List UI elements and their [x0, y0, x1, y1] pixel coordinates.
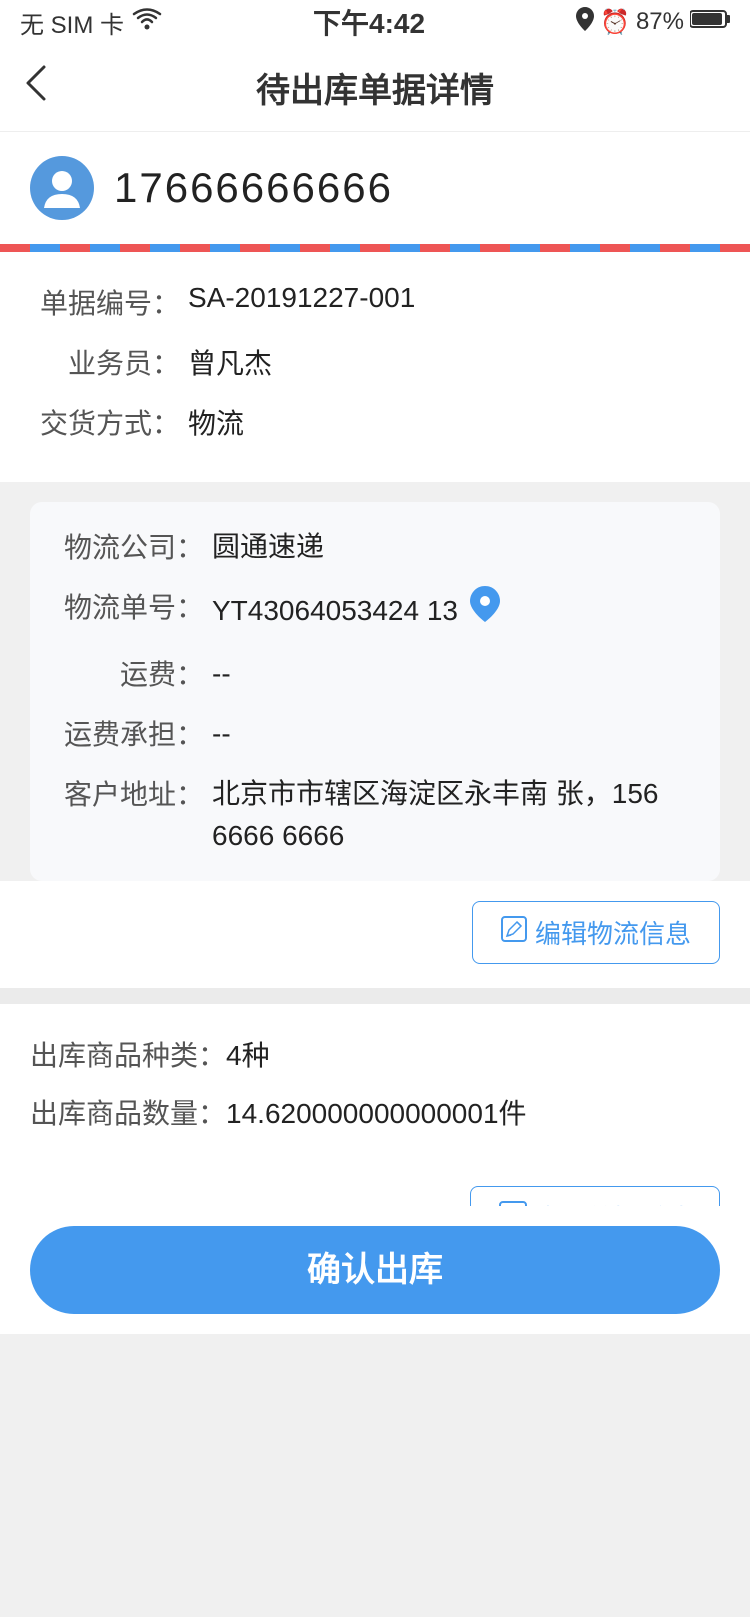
page-title: 待出库单据详情: [256, 63, 494, 112]
sales-person-value: 曾凡杰: [188, 342, 720, 382]
confirm-btn-wrap: 确认出库: [0, 1206, 750, 1334]
doc-no-label: 单据编号：: [30, 282, 180, 322]
logistics-card: 物流公司： 圆通速递 物流单号： YT43064053424 13 运费： --…: [30, 502, 720, 881]
delivery-method-value: 物流: [188, 402, 720, 442]
tracking-no-value: YT43064053424 13: [212, 586, 696, 635]
dashed-divider: [0, 244, 750, 252]
product-section: 出库商品种类： 4种 出库商品数量： 14.620000000000001件: [0, 1004, 750, 1170]
logistics-company-value: 圆通速递: [212, 526, 696, 568]
address-row: 客户地址： 北京市市辖区海淀区永丰南 张，156 6666 6666: [54, 773, 696, 857]
battery-text: 87%: [636, 8, 684, 36]
product-quantity-label: 出库商品数量：: [30, 1092, 226, 1132]
back-button[interactable]: [24, 63, 48, 112]
tracking-no-label: 物流单号：: [54, 586, 204, 626]
section-separator: [0, 988, 750, 1004]
freight-value: --: [212, 653, 696, 695]
edit-btn-row: 编辑物流信息: [0, 881, 750, 988]
edit-logistics-label: 编辑物流信息: [535, 914, 691, 951]
sales-person-row: 业务员： 曾凡杰: [30, 342, 720, 382]
alarm-icon: ⏰: [600, 8, 630, 37]
product-type-label: 出库商品种类：: [30, 1034, 226, 1074]
product-type-row: 出库商品种类： 4种: [30, 1034, 720, 1074]
status-bar: 无 SIM 卡 下午4:42 ⏰ 87%: [0, 0, 750, 44]
carrier-text: 无 SIM 卡: [20, 5, 124, 40]
freight-label: 运费：: [54, 653, 204, 693]
freight-bear-label: 运费承担：: [54, 713, 204, 753]
delivery-method-row: 交货方式： 物流: [30, 402, 720, 442]
wifi-icon: [132, 8, 162, 37]
location-status-icon: [576, 7, 594, 38]
confirm-button[interactable]: 确认出库: [30, 1226, 720, 1314]
product-quantity-row: 出库商品数量： 14.620000000000001件: [30, 1092, 720, 1132]
avatar: [30, 156, 94, 220]
address-value: 北京市市辖区海淀区永丰南 张，156 6666 6666: [212, 773, 696, 857]
product-quantity-value: 14.620000000000001件: [226, 1092, 720, 1132]
edit-logistics-button[interactable]: 编辑物流信息: [472, 901, 720, 964]
basic-info-section: 单据编号： SA-20191227-001 业务员： 曾凡杰 交货方式： 物流: [0, 252, 750, 482]
user-phone: 17666666666: [114, 164, 393, 212]
address-label: 客户地址：: [54, 773, 204, 813]
logistics-company-row: 物流公司： 圆通速递: [54, 526, 696, 568]
logistics-company-label: 物流公司：: [54, 526, 204, 566]
battery-icon: [690, 8, 730, 36]
doc-no-row: 单据编号： SA-20191227-001: [30, 282, 720, 322]
tracking-location-icon[interactable]: [470, 586, 500, 635]
product-type-value: 4种: [226, 1034, 720, 1074]
doc-no-value: SA-20191227-001: [188, 282, 720, 314]
edit-icon: [501, 916, 527, 949]
user-header: 17666666666: [0, 132, 750, 244]
status-time: 下午4:42: [313, 2, 425, 42]
status-left: 无 SIM 卡: [20, 5, 162, 40]
freight-bear-row: 运费承担： --: [54, 713, 696, 755]
freight-bear-value: --: [212, 713, 696, 755]
freight-row: 运费： --: [54, 653, 696, 695]
nav-bar: 待出库单据详情: [0, 44, 750, 132]
tracking-no-row: 物流单号： YT43064053424 13: [54, 586, 696, 635]
status-right: ⏰ 87%: [576, 7, 730, 38]
delivery-method-label: 交货方式：: [30, 402, 180, 442]
sales-person-label: 业务员：: [30, 342, 180, 382]
